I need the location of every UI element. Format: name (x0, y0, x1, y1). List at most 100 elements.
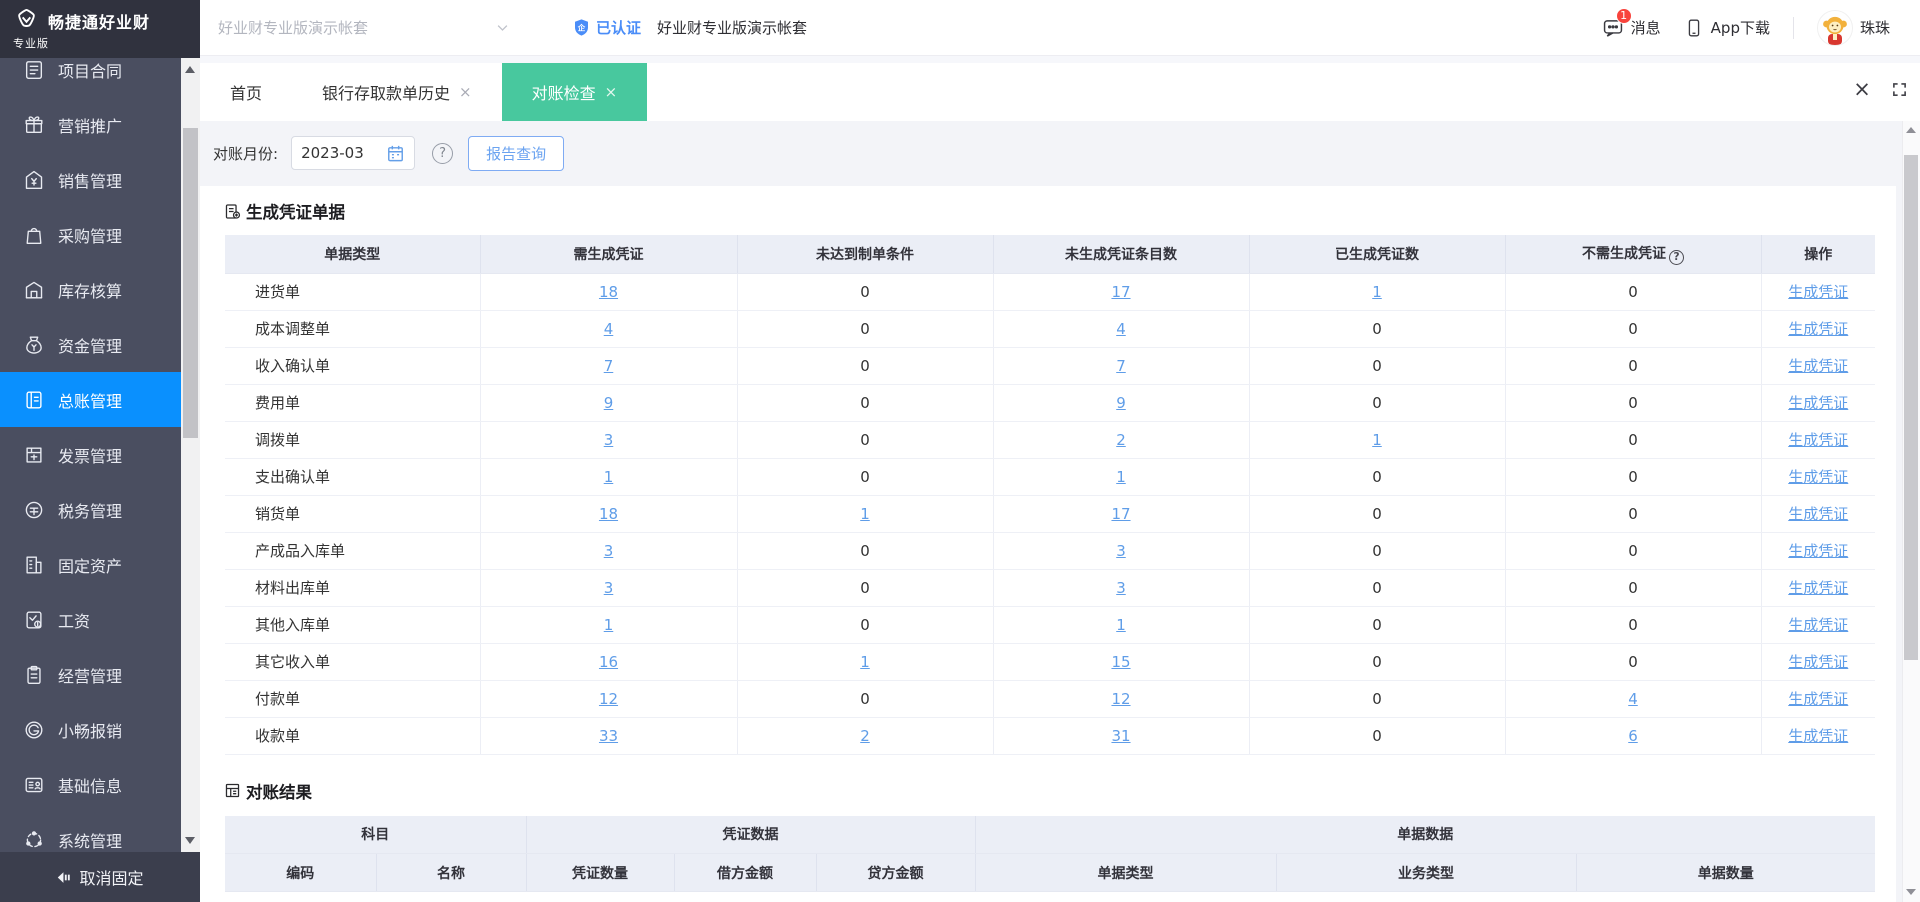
generate-voucher-link[interactable]: 生成凭证 (1788, 505, 1848, 523)
app-download-button[interactable]: App下载 (1684, 17, 1770, 38)
generate-voucher-link[interactable]: 生成凭证 (1788, 542, 1848, 560)
sidebar-item-3[interactable]: 销售管理 (0, 152, 181, 207)
sidebar-scrollbar-thumb[interactable] (183, 128, 198, 438)
value-cell: 18 (480, 273, 738, 311)
voucher-table-row: 材料出库单 3 0 3 0 0 生成凭证 (225, 569, 1875, 607)
unpin-sidebar-button[interactable]: 取消固定 (0, 852, 200, 902)
count-link[interactable]: 9 (1116, 394, 1126, 412)
sidebar-item-2[interactable]: 营销推广 (0, 97, 181, 152)
sidebar-item-9[interactable]: 税务管理 (0, 482, 181, 537)
count-link[interactable]: 3 (1116, 542, 1126, 560)
help-icon[interactable]: ? (432, 142, 454, 164)
sidebar-item-10[interactable]: 固定资产 (0, 537, 181, 592)
content-scroll-up-icon[interactable] (1906, 127, 1916, 133)
generate-voucher-link[interactable]: 生成凭证 (1788, 320, 1848, 338)
count-link[interactable]: 7 (1116, 357, 1126, 375)
sidebar-item-5[interactable]: 库存核算 (0, 262, 181, 317)
sidebar-header: 畅捷通好业财 专业版 (0, 0, 200, 58)
count-link[interactable]: 16 (599, 653, 618, 671)
generate-voucher-link[interactable]: 生成凭证 (1788, 431, 1848, 449)
count-link[interactable]: 3 (604, 579, 614, 597)
generate-voucher-link[interactable]: 生成凭证 (1788, 357, 1848, 375)
sidebar-item-8[interactable]: 发票管理 (0, 427, 181, 482)
generate-voucher-link[interactable]: 生成凭证 (1788, 616, 1848, 634)
sidebar-item-11[interactable]: 工资 (0, 592, 181, 647)
sidebar-scrollbar[interactable] (181, 58, 200, 852)
content-scrollbar-thumb[interactable] (1904, 155, 1918, 660)
count-link[interactable]: 1 (604, 616, 614, 634)
messages-button[interactable]: 消息 1 (1602, 7, 1661, 39)
count-link[interactable]: 6 (1628, 727, 1638, 745)
count-link[interactable]: 4 (1116, 320, 1126, 338)
value-cell: 0 (1249, 680, 1506, 718)
count-link[interactable]: 9 (604, 394, 614, 412)
tab-3[interactable]: 对账检查 × (501, 63, 648, 121)
sidebar-item-15[interactable]: 系统管理 (0, 812, 181, 852)
voucher-column-header: 未达到制单条件 (737, 235, 994, 274)
count-link[interactable]: 1 (604, 468, 614, 486)
count-link[interactable]: 31 (1111, 727, 1130, 745)
count-link[interactable]: 15 (1111, 653, 1130, 671)
calendar-icon[interactable] (386, 144, 405, 163)
user-menu[interactable]: 珠珠 (1816, 9, 1890, 46)
count-link[interactable]: 17 (1111, 505, 1130, 523)
count-link[interactable]: 12 (599, 690, 618, 708)
count-link[interactable]: 3 (604, 542, 614, 560)
voucher-table-row: 付款单 12 0 12 0 4 生成凭证 (225, 680, 1875, 718)
sidebar-item-4[interactable]: 采购管理 (0, 207, 181, 262)
count-link[interactable]: 4 (1628, 690, 1638, 708)
sidebar-item-13[interactable]: 小畅报销 (0, 702, 181, 757)
generate-voucher-link[interactable]: 生成凭证 (1788, 468, 1848, 486)
scroll-up-arrow-icon[interactable] (185, 66, 195, 73)
voucher-table: 单据类型 需生成凭证 未达到制单条件 未生成凭证条目数 已生成凭证数 不需生成凭证? 操作进… (225, 235, 1875, 755)
sidebar-item-12[interactable]: 经营管理 (0, 647, 181, 702)
count-link[interactable]: 7 (604, 357, 614, 375)
count-link[interactable]: 2 (1116, 431, 1126, 449)
sidebar-item-1[interactable]: 项目合同 (0, 58, 181, 97)
close-all-tabs-button[interactable]: × (1846, 73, 1878, 105)
count-link[interactable]: 4 (604, 320, 614, 338)
generate-voucher-link[interactable]: 生成凭证 (1788, 653, 1848, 671)
count-link[interactable]: 18 (599, 283, 618, 301)
count-link[interactable]: 18 (599, 505, 618, 523)
scroll-down-arrow-icon[interactable] (185, 837, 195, 844)
generate-voucher-link[interactable]: 生成凭证 (1788, 690, 1848, 708)
result-column-header: 贷方金额 (816, 853, 976, 892)
tab-close-icon[interactable]: × (605, 83, 618, 101)
result-column-header: 编码 (225, 853, 377, 892)
tab-close-icon[interactable]: × (459, 83, 472, 101)
content-scroll-down-icon[interactable] (1906, 889, 1916, 895)
tab-1[interactable]: 首页 (200, 63, 292, 121)
count-link[interactable]: 12 (1111, 690, 1130, 708)
column-help-icon[interactable]: ? (1669, 249, 1684, 265)
count-link[interactable]: 1 (1116, 616, 1126, 634)
generate-voucher-link[interactable]: 生成凭证 (1788, 727, 1848, 745)
voucher-column-header: 未生成凭证条目数 (993, 235, 1250, 274)
count-link[interactable]: 3 (1116, 579, 1126, 597)
generate-voucher-link[interactable]: 生成凭证 (1788, 579, 1848, 597)
sidebar-item-14[interactable]: 基础信息 (0, 757, 181, 812)
count-link[interactable]: 3 (604, 431, 614, 449)
action-cell: 生成凭证 (1761, 532, 1875, 570)
sidebar-item-6[interactable]: 资金管理 (0, 317, 181, 372)
value-cell: 0 (737, 680, 994, 718)
count-link[interactable]: 1 (860, 505, 870, 523)
fullscreen-button[interactable] (1883, 73, 1915, 105)
generate-voucher-link[interactable]: 生成凭证 (1788, 394, 1848, 412)
count-link[interactable]: 17 (1111, 283, 1130, 301)
count-link[interactable]: 1 (1372, 431, 1382, 449)
content-scrollbar[interactable] (1902, 121, 1920, 902)
verified-badge[interactable]: 企 已认证 (572, 17, 641, 38)
count-link[interactable]: 33 (599, 727, 618, 745)
count-link[interactable]: 1 (860, 653, 870, 671)
value-cell: 4 (993, 310, 1250, 348)
generate-voucher-link[interactable]: 生成凭证 (1788, 283, 1848, 301)
sidebar-item-7[interactable]: 总账管理 (0, 372, 181, 427)
count-link[interactable]: 2 (860, 727, 870, 745)
count-link[interactable]: 1 (1116, 468, 1126, 486)
count-link[interactable]: 1 (1372, 283, 1382, 301)
reconcile-month-input[interactable]: 2023-03 (291, 136, 416, 170)
tab-2[interactable]: 银行存取款单历史 × (292, 63, 502, 121)
report-query-button[interactable]: 报告查询 (468, 135, 565, 171)
account-set-select[interactable]: 好业财专业版演示帐套 (218, 17, 510, 38)
